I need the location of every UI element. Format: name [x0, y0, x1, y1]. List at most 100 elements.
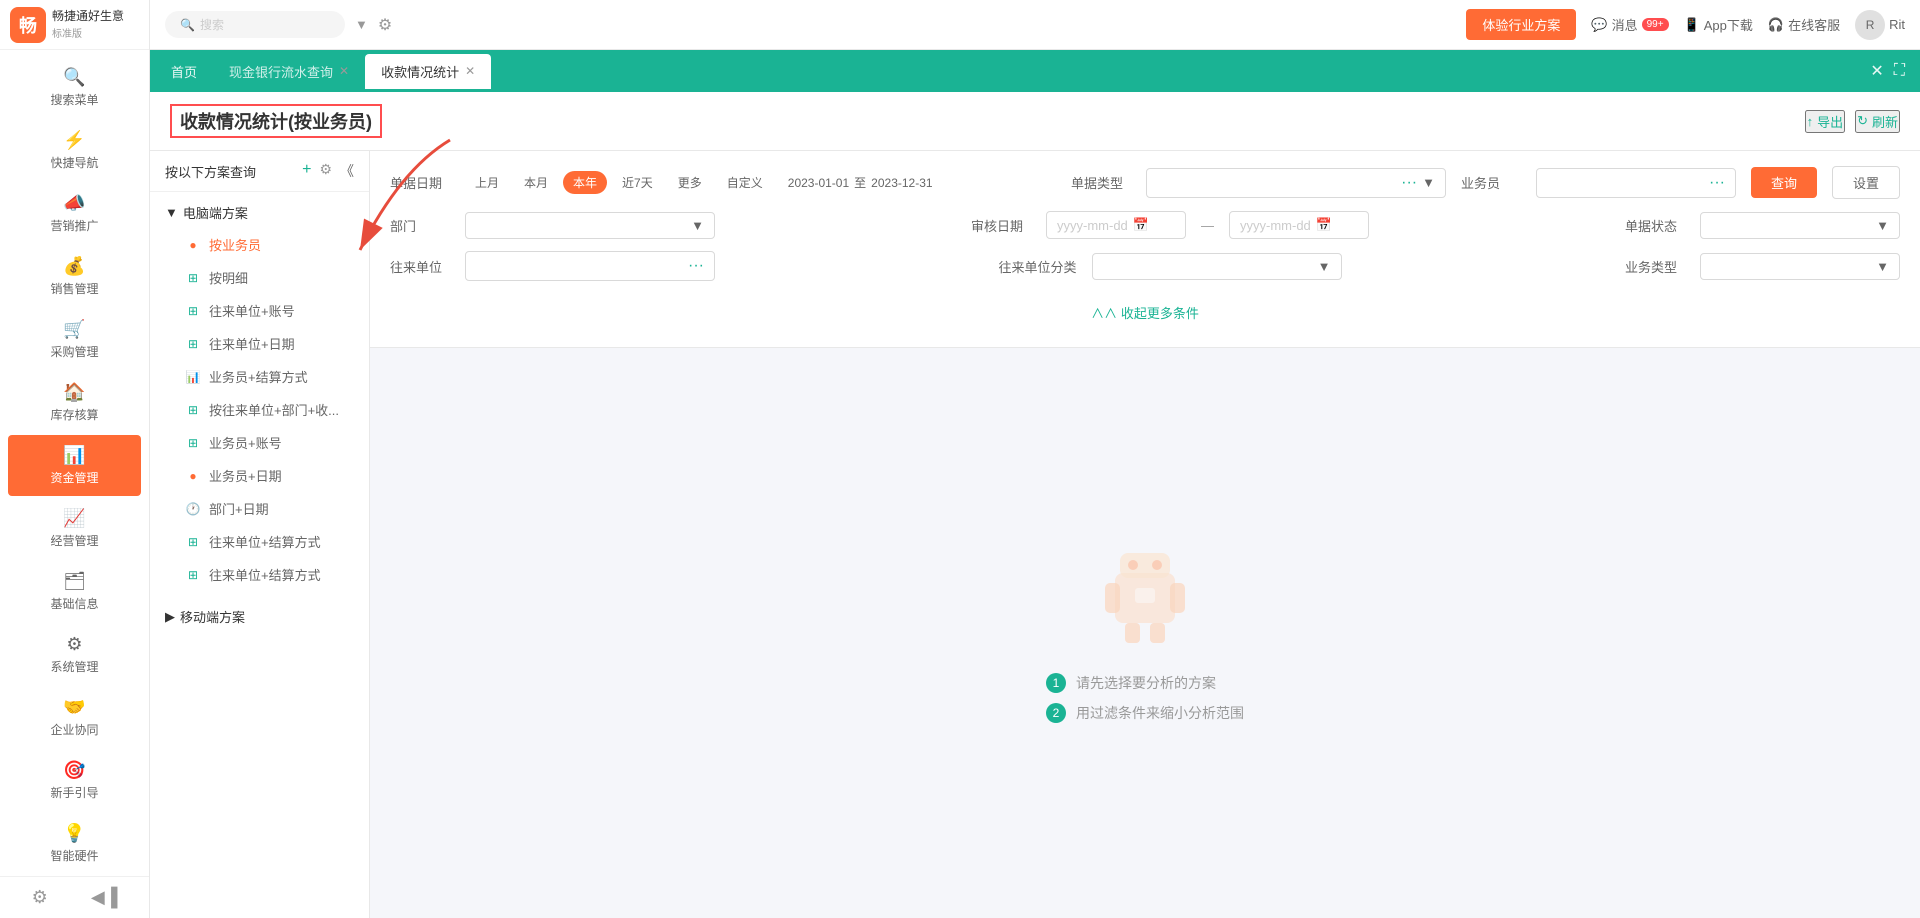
sidebar-item-quick[interactable]: ⚡ 快捷导航: [8, 120, 141, 181]
sidebar-settings-icon[interactable]: ⚙: [32, 887, 48, 908]
bill-type-label: 单据类型: [1071, 173, 1131, 192]
sidebar-bottom: ⚙ ◀▐: [0, 876, 149, 918]
scheme-unit-date[interactable]: ⊞ 往来单位+日期: [150, 327, 369, 360]
sidebar-item-finance[interactable]: 📊 资金管理: [8, 435, 141, 496]
scheme-settings-icon[interactable]: ⚙: [319, 161, 332, 181]
scheme-by-salesman[interactable]: ● 按业务员: [150, 228, 369, 261]
sidebar-item-basic[interactable]: 🗂 基础信息: [8, 561, 141, 622]
scheme-by-detail[interactable]: ⊞ 按明细: [150, 261, 369, 294]
header-search[interactable]: 🔍 搜索: [165, 11, 345, 38]
top-header: 🔍 搜索 ▼ ⚙ 体验行业方案 💬 消息 99+ 📱 App下载 🎧: [150, 0, 1920, 50]
empty-state: 1 请先选择要分析的方案 2 用过滤条件来缩小分析范围: [370, 348, 1920, 918]
tab-home[interactable]: 首页: [155, 54, 213, 89]
mobile-solution-group: ▶ 移动端方案: [150, 596, 369, 637]
sidebar-item-search[interactable]: 🔍 搜索菜单: [8, 57, 141, 118]
filter-row-dept: 部门 ▼ 审核日期 yyyy-mm-dd 📅 —: [390, 211, 1900, 239]
collapse-label: 收起更多条件: [1121, 306, 1199, 321]
app-download-btn[interactable]: 📱 App下载: [1684, 15, 1753, 34]
enterprise-icon: 🤝: [63, 697, 85, 718]
message-btn[interactable]: 💬 消息 99+: [1591, 15, 1668, 34]
bill-type-dots[interactable]: ···: [1401, 174, 1417, 192]
sidebar-item-operation[interactable]: 📈 经营管理: [8, 498, 141, 559]
business-type-select[interactable]: ▼: [1700, 253, 1900, 280]
bill-status-select[interactable]: ▼: [1700, 212, 1900, 239]
message-label: 消息: [1612, 15, 1638, 34]
date-range-display: 2023-01-01 至 2023-12-31: [788, 174, 933, 191]
export-icon: ↑: [1807, 114, 1814, 129]
export-button[interactable]: ↑ 导出: [1805, 110, 1846, 133]
sidebar-item-marketing[interactable]: 📣 营销推广: [8, 183, 141, 244]
scheme-unit-dept-collect[interactable]: ⊞ 按往来单位+部门+收...: [150, 393, 369, 426]
scheme-unit-settle2[interactable]: ⊞ 往来单位+结算方式: [150, 558, 369, 591]
scheme-unit-settle1[interactable]: ⊞ 往来单位+结算方式: [150, 525, 369, 558]
header-right: 体验行业方案 💬 消息 99+ 📱 App下载 🎧 在线客服 R Rit: [1466, 9, 1905, 40]
sidebar-item-sales[interactable]: 💰 销售管理: [8, 246, 141, 307]
query-button[interactable]: 查询: [1751, 167, 1817, 198]
step-num-1: 1: [1046, 673, 1066, 693]
right-content: 单据日期 上月 本月 本年 近7天 更多 自定义 2023-01-01: [370, 151, 1920, 918]
scheme-salesman-settle[interactable]: 📊 业务员+结算方式: [150, 360, 369, 393]
mobile-group-title[interactable]: ▶ 移动端方案: [150, 601, 369, 632]
online-service-btn[interactable]: 🎧 在线客服: [1768, 15, 1840, 34]
tab-close-all-icon[interactable]: ✕: [1870, 61, 1883, 81]
date-tabs: 上月 本月 本年 近7天 更多 自定义: [465, 171, 773, 194]
sidebar-collapse-icon[interactable]: ◀▐: [91, 887, 118, 908]
left-panel: 按以下方案查询 + ⚙ 《 ▼ 电脑端方案: [150, 151, 370, 918]
dept-select[interactable]: ▼: [465, 212, 715, 239]
sidebar-item-purchase[interactable]: 🛒 采购管理: [8, 309, 141, 370]
main-area: 🔍 搜索 ▼ ⚙ 体验行业方案 💬 消息 99+ 📱 App下载 🎧: [150, 0, 1920, 918]
refresh-button[interactable]: ↻ 刷新: [1855, 110, 1900, 133]
scheme-unit-account[interactable]: ⊞ 往来单位+账号: [150, 294, 369, 327]
date-tab-more[interactable]: 更多: [668, 171, 712, 194]
salesman-dots[interactable]: ···: [1709, 174, 1725, 192]
purchase-icon: 🛒: [63, 319, 85, 340]
page-header: 收款情况统计(按业务员) ↑ 导出 ↻ 刷新: [150, 92, 1920, 151]
counterpart-dots[interactable]: ···: [688, 257, 704, 275]
collapse-panel-icon[interactable]: 《: [340, 161, 354, 181]
header-dropdown-icon[interactable]: ▼: [355, 17, 368, 32]
tab-bank-close[interactable]: ✕: [339, 64, 349, 78]
trial-button[interactable]: 体验行业方案: [1466, 9, 1576, 40]
date-tab-this-month[interactable]: 本月: [514, 171, 558, 194]
unit-settle1-icon: ⊞: [185, 534, 201, 550]
user-avatar[interactable]: R Rit: [1855, 10, 1905, 40]
sidebar-item-system[interactable]: ⚙ 系统管理: [8, 624, 141, 685]
avatar-img: R: [1855, 10, 1885, 40]
sidebar-item-hardware[interactable]: 💡 智能硬件: [8, 813, 141, 874]
left-panel-title: 按以下方案查询: [165, 162, 256, 181]
header-settings-icon[interactable]: ⚙: [378, 15, 392, 35]
counterpart-select[interactable]: ···: [465, 251, 715, 281]
tab-collection-close[interactable]: ✕: [465, 64, 475, 78]
finance-icon: 📊: [63, 445, 85, 466]
operation-icon: 📈: [63, 508, 85, 529]
review-start-placeholder: yyyy-mm-dd: [1057, 218, 1128, 233]
desktop-group-title[interactable]: ▼ 电脑端方案: [150, 197, 369, 228]
counterpart-category-select[interactable]: ▼: [1092, 253, 1342, 280]
scheme-salesman-date[interactable]: ● 业务员+日期: [150, 459, 369, 492]
date-tab-custom[interactable]: 自定义: [717, 171, 773, 194]
unit-dept-icon: ⊞: [185, 402, 201, 418]
settings-button[interactable]: 设置: [1832, 166, 1900, 199]
logo-text: 畅捷通好生意: [52, 9, 124, 25]
tab-bar: 首页 现金银行流水查询 ✕ 收款情况统计 ✕ ✕ ⛶: [150, 50, 1920, 92]
date-tab-7days[interactable]: 近7天: [612, 171, 663, 194]
sidebar-item-guide[interactable]: 🎯 新手引导: [8, 750, 141, 811]
tab-fullscreen-icon[interactable]: ⛶: [1894, 62, 1905, 80]
sidebar-item-enterprise[interactable]: 🤝 企业协同: [8, 687, 141, 748]
bill-type-select[interactable]: ··· ▼: [1146, 168, 1446, 198]
refresh-icon: ↻: [1857, 113, 1868, 129]
sidebar-item-inventory[interactable]: 🏠 库存核算: [8, 372, 141, 433]
review-date-start[interactable]: yyyy-mm-dd 📅: [1046, 211, 1186, 239]
scheme-dept-date[interactable]: 🕐 部门+日期: [150, 492, 369, 525]
date-tab-this-year[interactable]: 本年: [563, 171, 607, 194]
collapse-bar[interactable]: ∧∧ 收起更多条件: [390, 293, 1900, 332]
empty-step-2: 2 用过滤条件来缩小分析范围: [1046, 703, 1244, 723]
scheme-salesman-account[interactable]: ⊞ 业务员+账号: [150, 426, 369, 459]
salesman-select[interactable]: ···: [1536, 168, 1736, 198]
tab-bank[interactable]: 现金银行流水查询 ✕: [213, 54, 365, 89]
review-date-end[interactable]: yyyy-mm-dd 📅: [1229, 211, 1369, 239]
add-scheme-icon[interactable]: +: [302, 161, 311, 181]
empty-steps: 1 请先选择要分析的方案 2 用过滤条件来缩小分析范围: [1046, 673, 1244, 733]
tab-collection[interactable]: 收款情况统计 ✕: [365, 54, 491, 89]
date-tab-last-month[interactable]: 上月: [465, 171, 509, 194]
